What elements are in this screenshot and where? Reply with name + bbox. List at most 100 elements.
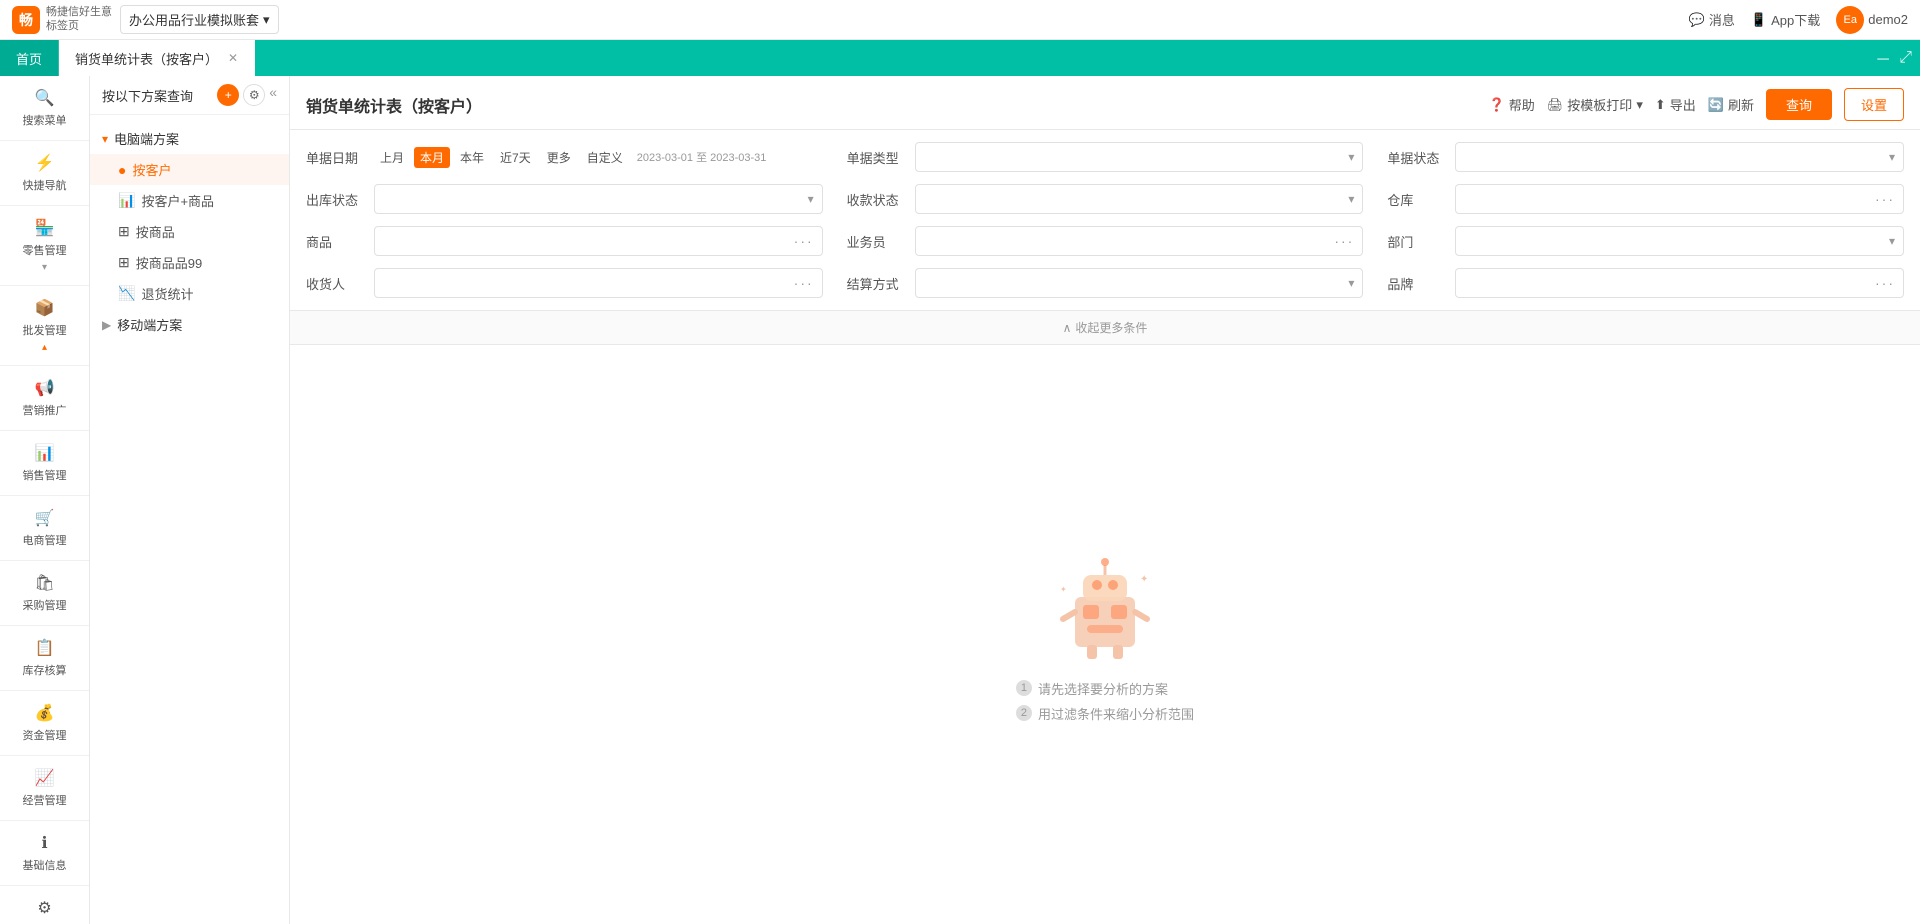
settings-button[interactable]: 设置 <box>1844 88 1904 121</box>
app-download-button[interactable]: 📱 App下载 <box>1751 10 1820 29</box>
scheme-toolbar: + ⚙ « <box>217 84 277 106</box>
help-button[interactable]: ❓ 帮助 <box>1489 95 1535 114</box>
sidebar-item-retail-mgmt[interactable]: 🏪 零售管理 ▾ <box>0 206 89 286</box>
right-panel: 销货单统计表（按客户） ❓ 帮助 🖨 按模板打印 ▾ ⬆ 导出 <box>290 76 1920 924</box>
date-tab-more[interactable]: 更多 <box>541 147 577 168</box>
store-icon: 🏪 <box>35 218 55 238</box>
gear-icon: ⚙ <box>37 898 51 918</box>
sidebar-item-sys-mgmt[interactable]: ⚙ 系统管理 <box>0 886 89 924</box>
scheme-item-return-stat[interactable]: 📉 退货统计 <box>90 278 289 309</box>
sidebar-item-wholesale-mgmt[interactable]: 📦 批发管理 ▴ <box>0 286 89 366</box>
svg-text:✦: ✦ <box>1060 585 1067 594</box>
sidebar: 🔍 搜索菜单 ⚡ 快捷导航 🏪 零售管理 ▾ 📦 批发管理 ▴ 📢 营销推广 📊… <box>0 76 90 924</box>
scheme-group-pc: ▾ 电脑端方案 ● 按客户 📊 按客户+商品 ⊞ 按商品 <box>90 123 289 309</box>
recipient-dots-icon: ··· <box>794 275 814 291</box>
scheme-add-button[interactable]: + <box>217 84 239 106</box>
sidebar-item-quick-nav[interactable]: ⚡ 快捷导航 <box>0 141 89 206</box>
sidebar-item-purchase-mgmt[interactable]: 🛍 采购管理 <box>0 561 89 626</box>
refresh-button[interactable]: 🔄 刷新 <box>1708 95 1754 114</box>
wholesale-expand-icon: ▴ <box>42 342 47 353</box>
scheme-item-by-product[interactable]: ⊞ 按商品 <box>90 216 289 247</box>
empty-state: ✦ ✦ 1 请先选择要分析的方案 2 用过滤条件来缩小分析范围 <box>290 345 1920 924</box>
page-title: 销货单统计表（按客户） <box>306 93 482 117</box>
date-control: 上月 本月 本年 近7天 更多 自定义 2023-03-01 至 2023-03… <box>374 147 823 168</box>
filter-item-brand: 品牌 ··· <box>1387 268 1904 298</box>
message-icon: 💬 <box>1689 12 1705 28</box>
receipt-status-label: 收款状态 <box>847 190 907 209</box>
messages-button[interactable]: 💬 消息 <box>1689 10 1735 29</box>
tip-num-1: 1 <box>1016 680 1032 696</box>
recipient-select[interactable]: ··· <box>374 268 823 298</box>
scheme-item-by-customer-product[interactable]: 📊 按客户+商品 <box>90 185 289 216</box>
scheme-header-title: 按以下方案查询 <box>102 86 211 105</box>
brand-select[interactable]: ··· <box>1455 268 1904 298</box>
logo-icon: 畅 <box>12 6 40 34</box>
settlement-select[interactable]: ▾ <box>915 268 1364 298</box>
scheme-item-by-product-99[interactable]: ⊞ 按商品品99 <box>90 247 289 278</box>
receipt-status-select[interactable]: ▾ <box>915 184 1364 214</box>
scheme-collapse-button[interactable]: « <box>269 84 277 106</box>
department-select[interactable]: ▾ <box>1455 226 1904 256</box>
megaphone-icon: 📢 <box>35 378 55 398</box>
tab-minimize-button[interactable]: － <box>1875 46 1891 70</box>
order-type-select[interactable]: ▾ <box>915 142 1364 172</box>
export-button[interactable]: ⬆ 导出 <box>1655 95 1696 114</box>
export-icon: ⬆ <box>1655 97 1666 113</box>
out-status-select[interactable]: ▾ <box>374 184 823 214</box>
tab-close-icon[interactable]: ✕ <box>228 51 238 65</box>
user-menu[interactable]: Ea demo2 <box>1836 6 1908 34</box>
info-icon: ℹ <box>41 833 47 853</box>
out-status-label: 出库状态 <box>306 190 366 209</box>
scheme-group-pc-header[interactable]: ▾ 电脑端方案 <box>90 123 289 154</box>
salesperson-select[interactable]: ··· <box>915 226 1364 256</box>
tab-sales-stat[interactable]: 销货单统计表（按客户） ✕ <box>59 40 255 76</box>
collapse-bar[interactable]: ∧ 收起更多条件 <box>290 311 1920 345</box>
department-label: 部门 <box>1387 232 1447 251</box>
chevron-down-icon: ▾ <box>102 132 108 146</box>
date-tabs: 上月 本月 本年 近7天 更多 自定义 <box>374 147 629 168</box>
download-icon: 📱 <box>1751 12 1767 28</box>
customer-icon: ● <box>118 162 126 178</box>
query-button[interactable]: 查询 <box>1766 89 1832 120</box>
date-tab-custom[interactable]: 自定义 <box>581 147 629 168</box>
sidebar-item-inventory[interactable]: 📋 库存核算 <box>0 626 89 691</box>
top-bar: 畅 畅捷信好生意 标签页 办公用品行业模拟账套 ▾ 💬 消息 📱 App下载 E… <box>0 0 1920 40</box>
page-header: 销货单统计表（按客户） ❓ 帮助 🖨 按模板打印 ▾ ⬆ 导出 <box>290 76 1920 130</box>
sidebar-item-ecomm-mgmt[interactable]: 🛒 电商管理 <box>0 496 89 561</box>
scheme-item-by-customer[interactable]: ● 按客户 <box>90 154 289 185</box>
template-print-button[interactable]: 🖨 按模板打印 ▾ <box>1547 95 1643 114</box>
filter-row-1: 单据日期 上月 本月 本年 近7天 更多 自定义 2023-03-01 至 20… <box>306 142 1904 172</box>
sidebar-item-finance[interactable]: 💰 资金管理 <box>0 691 89 756</box>
settlement-label: 结算方式 <box>847 274 907 293</box>
date-tab-this-month[interactable]: 本月 <box>414 147 450 168</box>
warehouse-label: 仓库 <box>1387 190 1447 209</box>
warehouse-select[interactable]: ··· <box>1455 184 1904 214</box>
sidebar-item-ops-mgmt[interactable]: 📈 经营管理 <box>0 756 89 821</box>
tab-maximize-button[interactable]: ⤢ <box>1899 49 1912 67</box>
logo-text: 畅捷信好生意 标签页 <box>46 6 112 32</box>
scheme-group-mobile-header[interactable]: ▶ 移动端方案 <box>90 309 289 340</box>
sidebar-item-basic-info[interactable]: ℹ 基础信息 <box>0 821 89 886</box>
date-tab-this-year[interactable]: 本年 <box>454 147 490 168</box>
sidebar-item-search-menu[interactable]: 🔍 搜索菜单 <box>0 76 89 141</box>
product-select[interactable]: ··· <box>374 226 823 256</box>
sidebar-item-sales-mgmt[interactable]: 📊 销售管理 <box>0 431 89 496</box>
sidebar-item-marketing[interactable]: 📢 营销推广 <box>0 366 89 431</box>
industry-selector[interactable]: 办公用品行业模拟账套 ▾ <box>120 5 279 34</box>
money-icon: 💰 <box>35 703 55 723</box>
search-icon: 🔍 <box>35 88 55 108</box>
top-bar-right: 💬 消息 📱 App下载 Ea demo2 <box>1689 6 1908 34</box>
sales-stat-tab-label: 销货单统计表（按客户） <box>75 49 218 68</box>
order-type-arrow-icon: ▾ <box>1348 150 1354 164</box>
filter-item-salesperson: 业务员 ··· <box>847 226 1364 256</box>
scheme-panel: 按以下方案查询 + ⚙ « ▾ 电脑端方案 ● 按客户 <box>90 76 290 924</box>
tab-home[interactable]: 首页 <box>0 40 59 76</box>
cart-icon: 🛒 <box>35 508 55 528</box>
filter-area: 单据日期 上月 本月 本年 近7天 更多 自定义 2023-03-01 至 20… <box>290 130 1920 311</box>
order-status-select[interactable]: ▾ <box>1455 142 1904 172</box>
date-tab-last-month[interactable]: 上月 <box>374 147 410 168</box>
date-tab-7days[interactable]: 近7天 <box>494 147 537 168</box>
page-actions: ❓ 帮助 🖨 按模板打印 ▾ ⬆ 导出 🔄 刷新 <box>1489 88 1904 121</box>
filter-item-warehouse: 仓库 ··· <box>1387 184 1904 214</box>
scheme-settings-button[interactable]: ⚙ <box>243 84 265 106</box>
